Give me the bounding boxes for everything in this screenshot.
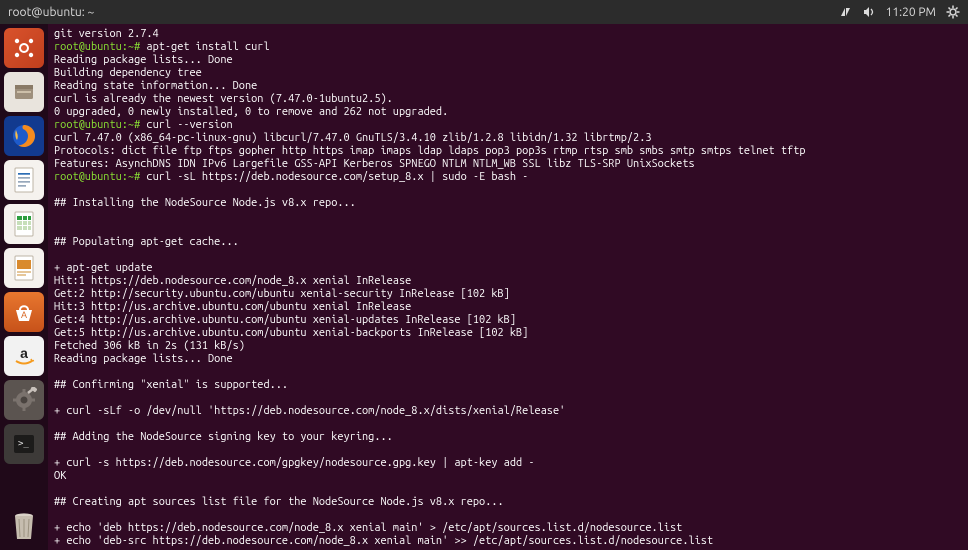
svg-text:A: A [21, 310, 27, 320]
volume-icon[interactable] [862, 5, 876, 19]
terminal-output[interactable]: git version 2.7.4root@ubuntu:~# apt-get … [48, 24, 968, 550]
terminal-line: Hit:3 http://us.archive.ubuntu.com/ubunt… [54, 301, 962, 314]
firefox-icon[interactable] [4, 116, 44, 156]
impress-icon[interactable] [4, 248, 44, 288]
terminal-line [54, 184, 962, 197]
terminal-line [54, 210, 962, 223]
terminal-line: + apt-get update [54, 262, 962, 275]
terminal-line [54, 483, 962, 496]
terminal-line: curl is already the newest version (7.47… [54, 93, 962, 106]
amazon-icon[interactable]: a [4, 336, 44, 376]
terminal-line: Hit:1 https://deb.nodesource.com/node_8.… [54, 275, 962, 288]
terminal-line [54, 223, 962, 236]
svg-text:>_: >_ [18, 439, 29, 449]
terminal-line: Reading package lists... Done [54, 54, 962, 67]
terminal-line: + curl -s https://deb.nodesource.com/gpg… [54, 457, 962, 470]
terminal-line: ## Creating apt sources list file for th… [54, 496, 962, 509]
clock[interactable]: 11:20 PM [886, 6, 936, 19]
terminal-line: root@ubuntu:~# curl -sL https://deb.node… [54, 171, 962, 184]
terminal-line: Fetched 306 kB in 2s (131 kB/s) [54, 340, 962, 353]
terminal-line: Reading state information... Done [54, 80, 962, 93]
top-menu-bar: root@ubuntu: ~ 11:20 PM [0, 0, 968, 24]
terminal-line: git version 2.7.4 [54, 28, 962, 41]
terminal-line: Features: AsynchDNS IDN IPv6 Largefile G… [54, 158, 962, 171]
terminal-line [54, 509, 962, 522]
gear-icon[interactable] [946, 5, 960, 19]
calc-icon[interactable] [4, 204, 44, 244]
software-icon[interactable]: A [4, 292, 44, 332]
terminal-line [54, 366, 962, 379]
workspace: A a >_ git version 2.7.4root@ubuntu:~# a… [0, 24, 968, 550]
terminal-line: ## Installing the NodeSource Node.js v8.… [54, 197, 962, 210]
files-icon[interactable] [4, 72, 44, 112]
window-title: root@ubuntu: ~ [8, 6, 94, 19]
terminal-line: ## Adding the NodeSource signing key to … [54, 431, 962, 444]
search-icon[interactable] [4, 28, 44, 68]
terminal-line: ## Confirming "xenial" is supported... [54, 379, 962, 392]
terminal-line [54, 249, 962, 262]
terminal-line: + curl -sLf -o /dev/null 'https://deb.no… [54, 405, 962, 418]
svg-text:a: a [20, 345, 28, 361]
settings-icon[interactable] [4, 380, 44, 420]
terminal-line: root@ubuntu:~# curl --version [54, 119, 962, 132]
terminal-line: 0 upgraded, 0 newly installed, 0 to remo… [54, 106, 962, 119]
terminal-line: + echo 'deb-src https://deb.nodesource.c… [54, 535, 962, 548]
terminal-line: Protocols: dict file ftp ftps gopher htt… [54, 145, 962, 158]
writer-icon[interactable] [4, 160, 44, 200]
terminal-line: root@ubuntu:~# apt-get install curl [54, 41, 962, 54]
terminal-line: Get:4 http://us.archive.ubuntu.com/ubunt… [54, 314, 962, 327]
trash-icon[interactable] [4, 506, 44, 546]
terminal-line: ## Populating apt-get cache... [54, 236, 962, 249]
terminal-line [54, 444, 962, 457]
terminal-line: Reading package lists... Done [54, 353, 962, 366]
terminal-line: OK [54, 470, 962, 483]
terminal-line: Get:2 http://security.ubuntu.com/ubuntu … [54, 288, 962, 301]
terminal-line [54, 418, 962, 431]
terminal-line [54, 392, 962, 405]
terminal-line: + echo 'deb https://deb.nodesource.com/n… [54, 522, 962, 535]
unity-launcher: A a >_ [0, 24, 48, 550]
terminal-line: Building dependency tree [54, 67, 962, 80]
terminal-icon[interactable]: >_ [4, 424, 44, 464]
terminal-line: curl 7.47.0 (x86_64-pc-linux-gnu) libcur… [54, 132, 962, 145]
network-icon[interactable] [838, 5, 852, 19]
terminal-line: Get:5 http://us.archive.ubuntu.com/ubunt… [54, 327, 962, 340]
